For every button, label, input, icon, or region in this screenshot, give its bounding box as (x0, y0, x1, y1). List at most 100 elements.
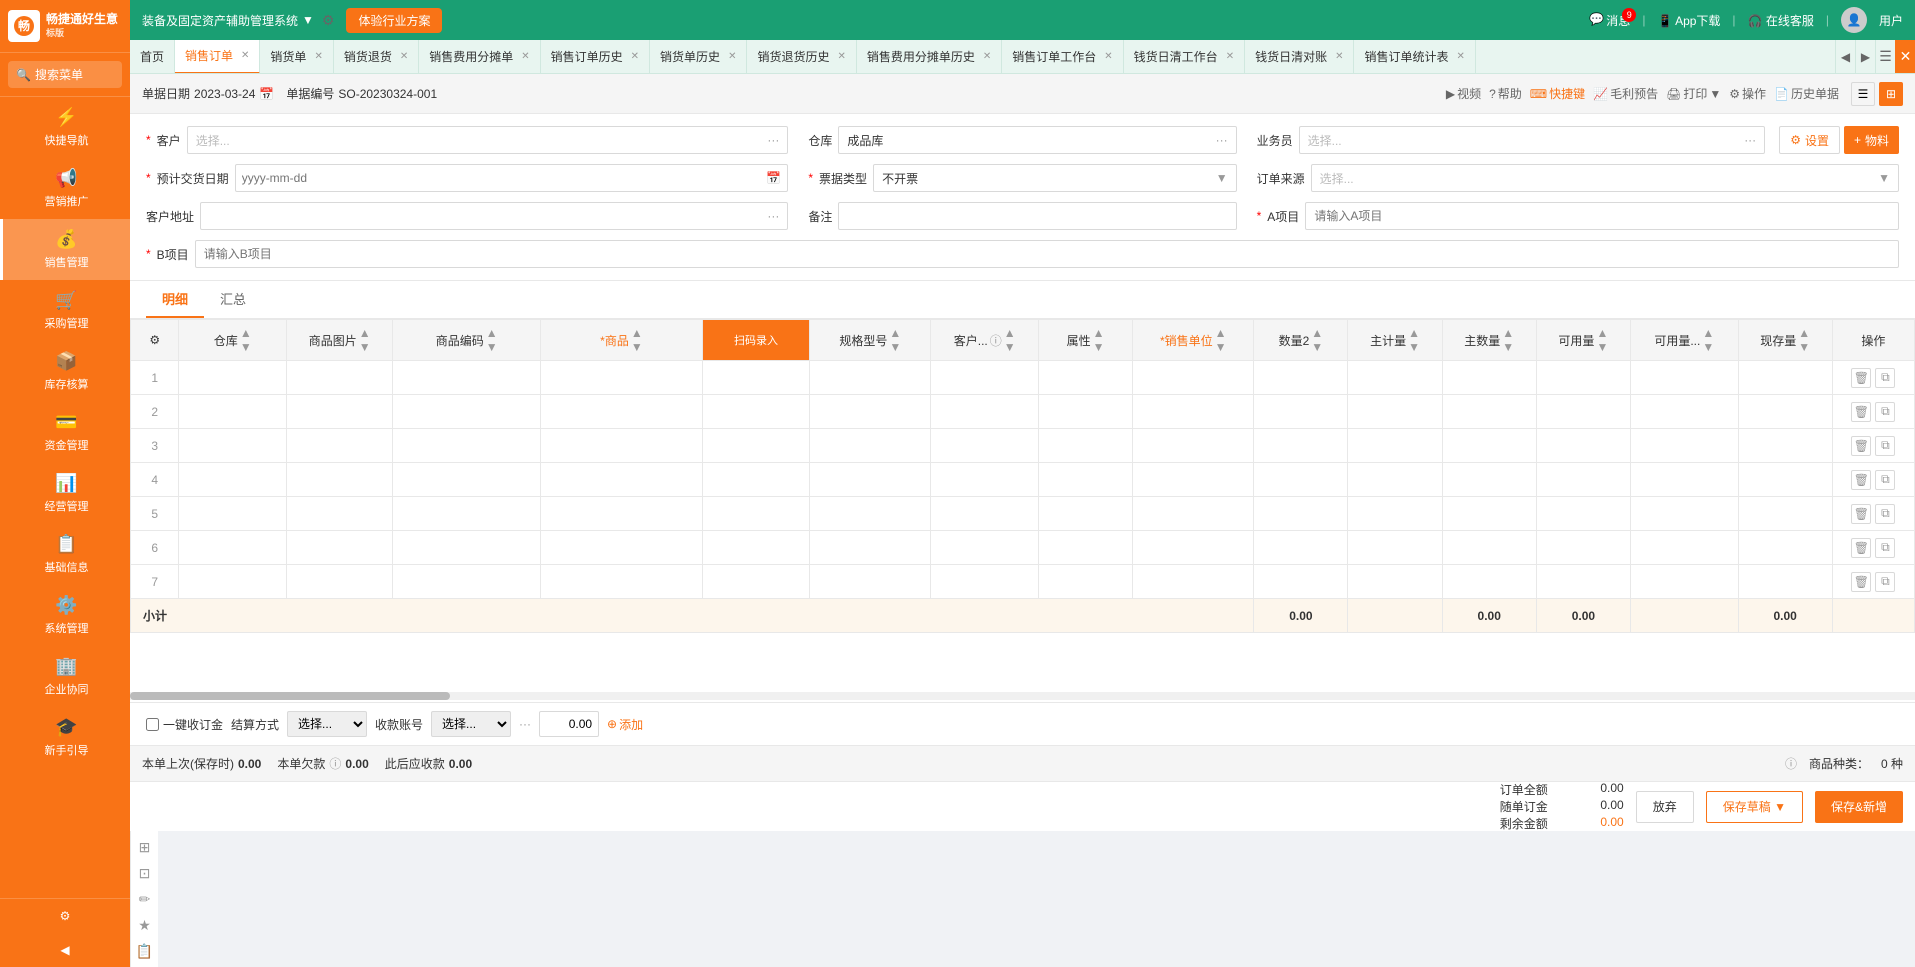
table-scrollbar[interactable] (130, 692, 1915, 700)
tab-sales-return[interactable]: 销货退货 ✕ (334, 40, 419, 74)
right-icon-1[interactable]: ⊞ (133, 835, 157, 859)
tab-daily-workbench[interactable]: 钱货日清工作台 ✕ (1124, 40, 1245, 74)
draft-dropdown-icon[interactable]: ▼ (1774, 800, 1786, 814)
available-sort[interactable]: ▲▼ (1596, 326, 1608, 354)
discard-btn[interactable]: 放弃 (1636, 791, 1694, 823)
tab-order-workbench-close[interactable]: ✕ (1104, 51, 1112, 62)
tab-return-history-close[interactable]: ✕ (837, 51, 845, 62)
row-delete-btn-3[interactable]: 🗑 (1851, 436, 1871, 456)
sidebar-item-finance[interactable]: 💳 资金管理 (0, 402, 130, 463)
sidebar-item-purchase[interactable]: 🛒 采购管理 (0, 280, 130, 341)
main-unit-sort[interactable]: ▲▼ (1408, 326, 1420, 354)
tab-expense-split-close[interactable]: ✕ (521, 51, 529, 62)
row-delete-btn-7[interactable]: 🗑 (1851, 572, 1871, 592)
row-delete-btn-1[interactable]: 🗑 (1851, 368, 1871, 388)
tab-return-history[interactable]: 销货退货历史 ✕ (747, 40, 856, 74)
row-copy-btn-1[interactable]: ⧉ (1875, 368, 1895, 388)
sidebar-item-enterprise[interactable]: 🏢 企业协同 (0, 646, 130, 707)
invoice-type-select[interactable]: 不开票 ▼ (873, 164, 1237, 192)
payment-add-btn[interactable]: ⊕ 添加 (607, 716, 643, 733)
video-help-btn[interactable]: ▶ 视频 (1446, 85, 1481, 102)
attr-sort[interactable]: ▲▼ (1093, 326, 1105, 354)
row-copy-btn-6[interactable]: ⧉ (1875, 538, 1895, 558)
app-download-btn[interactable]: 📱 App下载 (1657, 12, 1720, 29)
warehouse-more-btn[interactable]: ··· (1216, 133, 1228, 147)
tab-sales-invoice[interactable]: 销货单 ✕ (260, 40, 333, 74)
sidebar-item-inventory[interactable]: 📦 库存核算 (0, 341, 130, 402)
code-sort[interactable]: ▲▼ (486, 326, 498, 354)
salesperson-input[interactable]: 选择... ··· (1299, 126, 1766, 154)
title-dropdown-icon[interactable]: ▼ (302, 13, 314, 27)
row-copy-btn-4[interactable]: ⧉ (1875, 470, 1895, 490)
right-icon-4[interactable]: ★ (133, 913, 157, 937)
shortcut-btn[interactable]: ⌨ 快捷键 (1530, 85, 1585, 102)
print-btn[interactable]: 🖨 打印 ▼ (1666, 85, 1721, 102)
table-scroll[interactable]: ⚙ 仓库▲▼ 商品图片▲▼ 商品编码▲▼ (130, 319, 1915, 690)
current-sort[interactable]: ▲▼ (1798, 326, 1810, 354)
tab-sales-order-close[interactable]: ✕ (241, 50, 249, 61)
tab-daily-workbench-close[interactable]: ✕ (1226, 51, 1234, 62)
message-btn[interactable]: 💬 消息 9 (1589, 12, 1630, 29)
sidebar-item-guide[interactable]: 🎓 新手引导 (0, 707, 130, 768)
right-icon-2[interactable]: ⊡ (133, 861, 157, 885)
history-btn[interactable]: 📄 历史单据 (1774, 85, 1839, 102)
order-source-select[interactable]: 选择... ▼ (1311, 164, 1899, 192)
sidebar-item-operation[interactable]: 📊 经营管理 (0, 463, 130, 524)
sidebar-collapse-btn[interactable]: ◀ (0, 933, 130, 967)
tab-home[interactable]: 首页 (130, 40, 175, 74)
grid-layout-btn[interactable]: ⊞ (1879, 82, 1903, 106)
navtabs-layout-btn[interactable]: ☰ (1875, 40, 1895, 74)
settings-btn[interactable]: ⚙ 设置 (1779, 126, 1840, 154)
sidebar-item-system[interactable]: ⚙️ 系统管理 (0, 585, 130, 646)
date-picker-btn[interactable]: 📅 (259, 87, 274, 101)
tab-invoice-history-close[interactable]: ✕ (728, 51, 736, 62)
row-copy-btn-2[interactable]: ⧉ (1875, 402, 1895, 422)
tab-daily-reconcile-close[interactable]: ✕ (1335, 51, 1343, 62)
goods-sort[interactable]: ▲▼ (631, 326, 643, 354)
tab-order-workbench[interactable]: 销售订单工作台 ✕ (1002, 40, 1123, 74)
customer-code-sort[interactable]: ▲▼ (1004, 326, 1016, 354)
tab-order-history[interactable]: 销售订单历史 ✕ (541, 40, 650, 74)
delivery-date-input[interactable]: 📅 (235, 164, 789, 192)
navtabs-prev-btn[interactable]: ◀ (1835, 40, 1855, 74)
add-goods-btn[interactable]: + 物料 (1844, 126, 1899, 154)
system-settings-btn[interactable]: ⚙ (322, 12, 335, 29)
customer-input[interactable]: 选择... ··· (187, 126, 789, 154)
row-delete-btn-2[interactable]: 🗑 (1851, 402, 1871, 422)
online-service-btn[interactable]: 🎧 在线客服 (1748, 12, 1814, 29)
operation-btn[interactable]: ⚙ 操作 (1729, 85, 1766, 102)
tab-summary[interactable]: 汇总 (204, 281, 262, 318)
tab-sales-invoice-close[interactable]: ✕ (314, 51, 322, 62)
right-icon-3[interactable]: ✏ (133, 887, 157, 911)
list-layout-btn[interactable]: ☰ (1851, 82, 1875, 106)
sidebar-item-basic[interactable]: 📋 基础信息 (0, 524, 130, 585)
sidebar-item-sales[interactable]: 💰 销售管理 (0, 219, 130, 280)
tab-detail[interactable]: 明细 (146, 281, 204, 318)
tab-order-history-close[interactable]: ✕ (631, 51, 639, 62)
row-delete-btn-6[interactable]: 🗑 (1851, 538, 1871, 558)
navtabs-close-all-btn[interactable]: ✕ (1895, 40, 1915, 74)
tab-expense-history-close[interactable]: ✕ (983, 51, 991, 62)
one-click-checkbox[interactable] (146, 718, 159, 731)
tab-invoice-history[interactable]: 销货单历史 ✕ (650, 40, 747, 74)
row-delete-btn-5[interactable]: 🗑 (1851, 504, 1871, 524)
qty2-sort[interactable]: ▲▼ (1311, 326, 1323, 354)
row-copy-btn-7[interactable]: ⧉ (1875, 572, 1895, 592)
save-draft-btn[interactable]: 保存草稿 ▼ (1706, 791, 1803, 823)
account-select[interactable]: 选择... (431, 711, 511, 737)
user-avatar[interactable]: 👤 (1841, 7, 1867, 33)
table-scrollbar-thumb[interactable] (130, 692, 450, 700)
payment-method-select[interactable]: 选择... (287, 711, 367, 737)
warehouse-sort[interactable]: ▲▼ (240, 326, 252, 354)
navtabs-next-btn[interactable]: ▶ (1855, 40, 1875, 74)
warehouse-input[interactable]: 成品库 ··· (838, 126, 1236, 154)
tab-sales-return-close[interactable]: ✕ (400, 51, 408, 62)
a-project-input[interactable] (1305, 202, 1899, 230)
scan-btn[interactable]: 扫码录入 (728, 330, 784, 350)
customer-more-btn[interactable]: ··· (767, 133, 779, 147)
tab-daily-reconcile[interactable]: 钱货日清对账 ✕ (1245, 40, 1354, 74)
tab-expense-history[interactable]: 销售费用分摊单历史 ✕ (857, 40, 1002, 74)
search-menu-button[interactable]: 🔍 搜索菜单 (8, 61, 122, 88)
tab-sales-order[interactable]: 销售订单 ✕ (175, 40, 260, 74)
gear-icon[interactable]: ⚙ (149, 333, 160, 347)
